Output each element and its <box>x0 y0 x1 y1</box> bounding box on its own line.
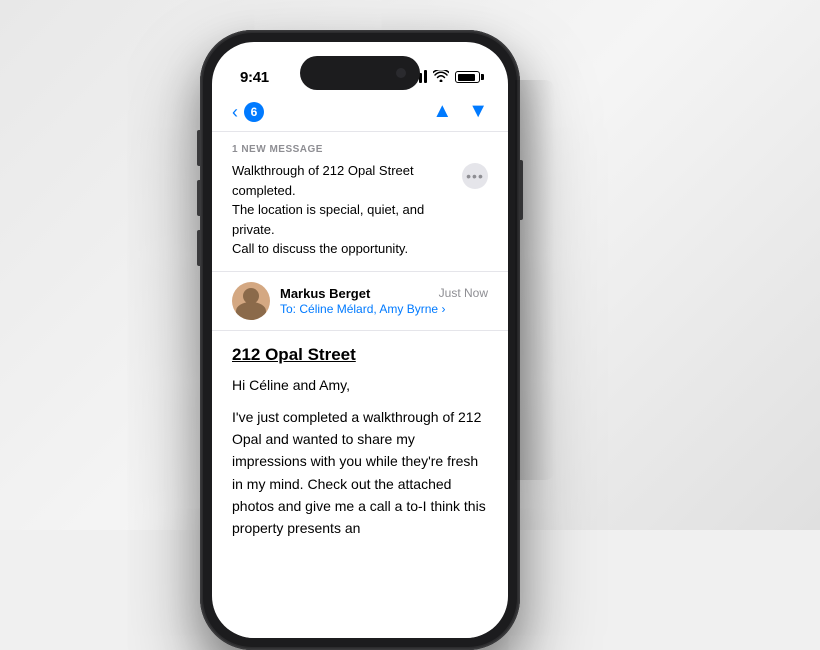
avatar-body <box>236 302 266 320</box>
camera-dot <box>396 68 406 78</box>
new-message-label: 1 NEW MESSAGE <box>232 144 488 155</box>
nav-left[interactable]: ‹ 6 <box>232 102 264 122</box>
status-time: 9:41 <box>240 69 269 86</box>
email-body: 212 Opal Street Hi Céline and Amy, I've … <box>212 331 508 554</box>
nav-right: ▲ ▼ <box>432 100 488 123</box>
preview-line1: Walkthrough of 212 Opal Street completed… <box>232 163 414 198</box>
dynamic-island <box>300 56 420 90</box>
preview-row: Walkthrough of 212 Opal Street completed… <box>232 161 488 259</box>
phone-frame: 9:41 <box>200 30 520 650</box>
preview-line2: The location is special, quiet, and priv… <box>232 202 424 237</box>
email-subject: 212 Opal Street <box>232 345 488 365</box>
phone-screen: 9:41 <box>212 42 508 638</box>
screen-fade <box>212 578 508 638</box>
email-paragraph: I've just completed a walkthrough of 212… <box>232 406 488 540</box>
preview-line3: Call to discuss the opportunity. <box>232 241 408 256</box>
nav-bar: ‹ 6 ▲ ▼ <box>212 96 508 131</box>
preview-text: Walkthrough of 212 Opal Street completed… <box>232 161 462 259</box>
sender-row: Markus Berget Just Now To: Céline Mélard… <box>212 272 508 331</box>
phone-shadow <box>515 80 555 480</box>
to-label: To: <box>280 302 296 316</box>
sender-time: Just Now <box>439 286 488 300</box>
email-greeting: Hi Céline and Amy, <box>232 375 488 396</box>
avatar <box>232 282 270 320</box>
notification-area: 1 NEW MESSAGE Walkthrough of 212 Opal St… <box>212 132 508 272</box>
sender-name-row: Markus Berget Just Now <box>280 286 488 301</box>
next-message-button[interactable]: ▼ <box>468 100 488 123</box>
sender-info: Markus Berget Just Now To: Céline Mélard… <box>280 286 488 316</box>
sender-to[interactable]: To: Céline Mélard, Amy Byrne › <box>280 302 488 316</box>
back-badge[interactable]: 6 <box>244 102 264 122</box>
battery-icon <box>455 71 480 83</box>
chevron-icon: › <box>441 302 445 316</box>
wifi-icon <box>433 70 449 85</box>
back-arrow-icon[interactable]: ‹ <box>232 103 238 121</box>
scene: 9:41 <box>0 0 820 530</box>
sender-name: Markus Berget <box>280 286 370 301</box>
recipients[interactable]: Céline Mélard, Amy Byrne <box>299 302 438 316</box>
prev-message-button[interactable]: ▲ <box>432 100 452 123</box>
more-options-button[interactable]: ••• <box>462 163 488 189</box>
more-dots-icon: ••• <box>466 169 484 183</box>
